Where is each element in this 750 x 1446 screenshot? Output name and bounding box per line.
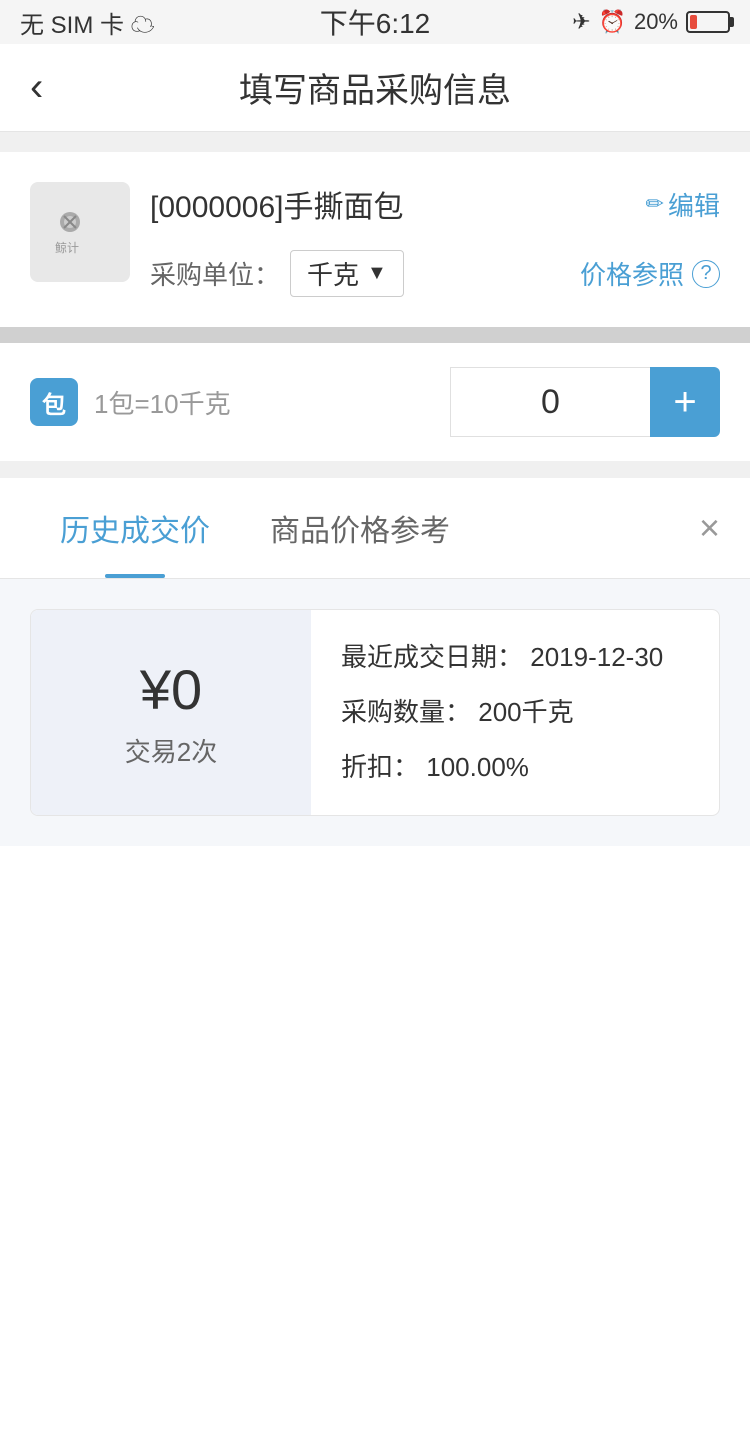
status-left: 无 SIM 卡 ☁ — [20, 5, 155, 40]
unit-select[interactable]: 千克 ▼ — [290, 250, 404, 297]
product-title: 手撕面包 — [283, 191, 403, 224]
product-section: 鲸计 [0000006]手撕面包 ✏ 编辑 采购单位： 千克 ▼ 价格参照 ? — [0, 152, 750, 327]
status-time: 下午6:12 — [320, 2, 431, 42]
edit-icon: ✏ — [646, 191, 664, 217]
back-button[interactable]: ‹ — [30, 65, 43, 110]
unit-value: 千克 — [307, 255, 359, 292]
discount-label: 折扣： — [341, 752, 419, 782]
price-content: ¥0 交易2次 最近成交日期： 2019-12-30 采购数量： 200千克 折… — [0, 579, 750, 846]
price-count: 交易2次 — [125, 732, 217, 769]
product-name: [0000006]手撕面包 — [150, 182, 403, 226]
price-right-panel: 最近成交日期： 2019-12-30 采购数量： 200千克 折扣： 100.0… — [311, 610, 719, 815]
tab-product-price-ref[interactable]: 商品价格参考 — [240, 478, 480, 578]
product-image-icon: 鲸计 — [50, 202, 110, 262]
unit-label: 采购单位： 千克 ▼ — [150, 250, 404, 297]
purchase-qty-row: 采购数量： 200千克 — [341, 693, 689, 732]
edit-button[interactable]: ✏ 编辑 — [646, 186, 720, 223]
nav-bar: ‹ 填写商品采购信息 — [0, 44, 750, 132]
recent-date-label: 最近成交日期： — [341, 642, 523, 672]
unit-hint: 1包=10千克 — [94, 384, 231, 421]
info-icon: ? — [692, 260, 720, 288]
product-thumbnail: 鲸计 — [30, 182, 130, 282]
page-rest — [0, 846, 750, 1446]
sim-label: 无 SIM 卡 ☁ — [20, 5, 155, 40]
tab-history-price[interactable]: 历史成交价 — [30, 478, 240, 578]
quantity-section: 包 1包=10千克 0 + — [0, 343, 750, 462]
product-id: [0000006] — [150, 191, 283, 224]
location-icon: ✈ — [572, 9, 590, 35]
quantity-plus-button[interactable]: + — [650, 367, 720, 437]
recent-date-value: 2019-12-30 — [530, 642, 663, 672]
price-ref-label: 价格参照 — [580, 255, 684, 292]
product-unit-row: 采购单位： 千克 ▼ 价格参照 ? — [150, 250, 720, 297]
quantity-left: 包 1包=10千克 — [30, 378, 231, 426]
quantity-input[interactable]: 0 — [450, 367, 650, 437]
battery-icon — [686, 11, 730, 33]
discount-row: 折扣： 100.00% — [341, 748, 689, 787]
status-right: ✈ ⏰ 20% — [572, 9, 730, 35]
tabs-section: 历史成交价 商品价格参考 × — [0, 478, 750, 579]
battery-percent: 20% — [634, 9, 678, 35]
purchase-qty-label: 采购数量： — [341, 697, 471, 727]
svg-text:鲸计: 鲸计 — [55, 240, 79, 255]
tab-close-button[interactable]: × — [699, 507, 720, 549]
dropdown-arrow-icon: ▼ — [367, 262, 387, 285]
unit-badge: 包 — [30, 378, 78, 426]
price-left-panel: ¥0 交易2次 — [31, 610, 311, 815]
recent-date-row: 最近成交日期： 2019-12-30 — [341, 638, 689, 677]
price-card: ¥0 交易2次 最近成交日期： 2019-12-30 采购数量： 200千克 折… — [30, 609, 720, 816]
purchase-qty-value: 200千克 — [478, 697, 573, 727]
section-divider — [0, 327, 750, 343]
page-title: 填写商品采购信息 — [239, 63, 511, 112]
price-amount: ¥0 — [140, 657, 202, 722]
quantity-right: 0 + — [450, 367, 720, 437]
battery-fill — [690, 15, 697, 29]
edit-label: 编辑 — [668, 186, 720, 223]
product-info: [0000006]手撕面包 ✏ 编辑 采购单位： 千克 ▼ 价格参照 ? — [150, 182, 720, 297]
status-bar: 无 SIM 卡 ☁ 下午6:12 ✈ ⏰ 20% — [0, 0, 750, 44]
discount-value: 100.00% — [426, 752, 529, 782]
unit-label-text: 采购单位： — [150, 255, 280, 292]
alarm-icon: ⏰ — [599, 9, 626, 35]
product-header: [0000006]手撕面包 ✏ 编辑 — [150, 182, 720, 226]
price-reference-button[interactable]: 价格参照 ? — [580, 255, 720, 292]
